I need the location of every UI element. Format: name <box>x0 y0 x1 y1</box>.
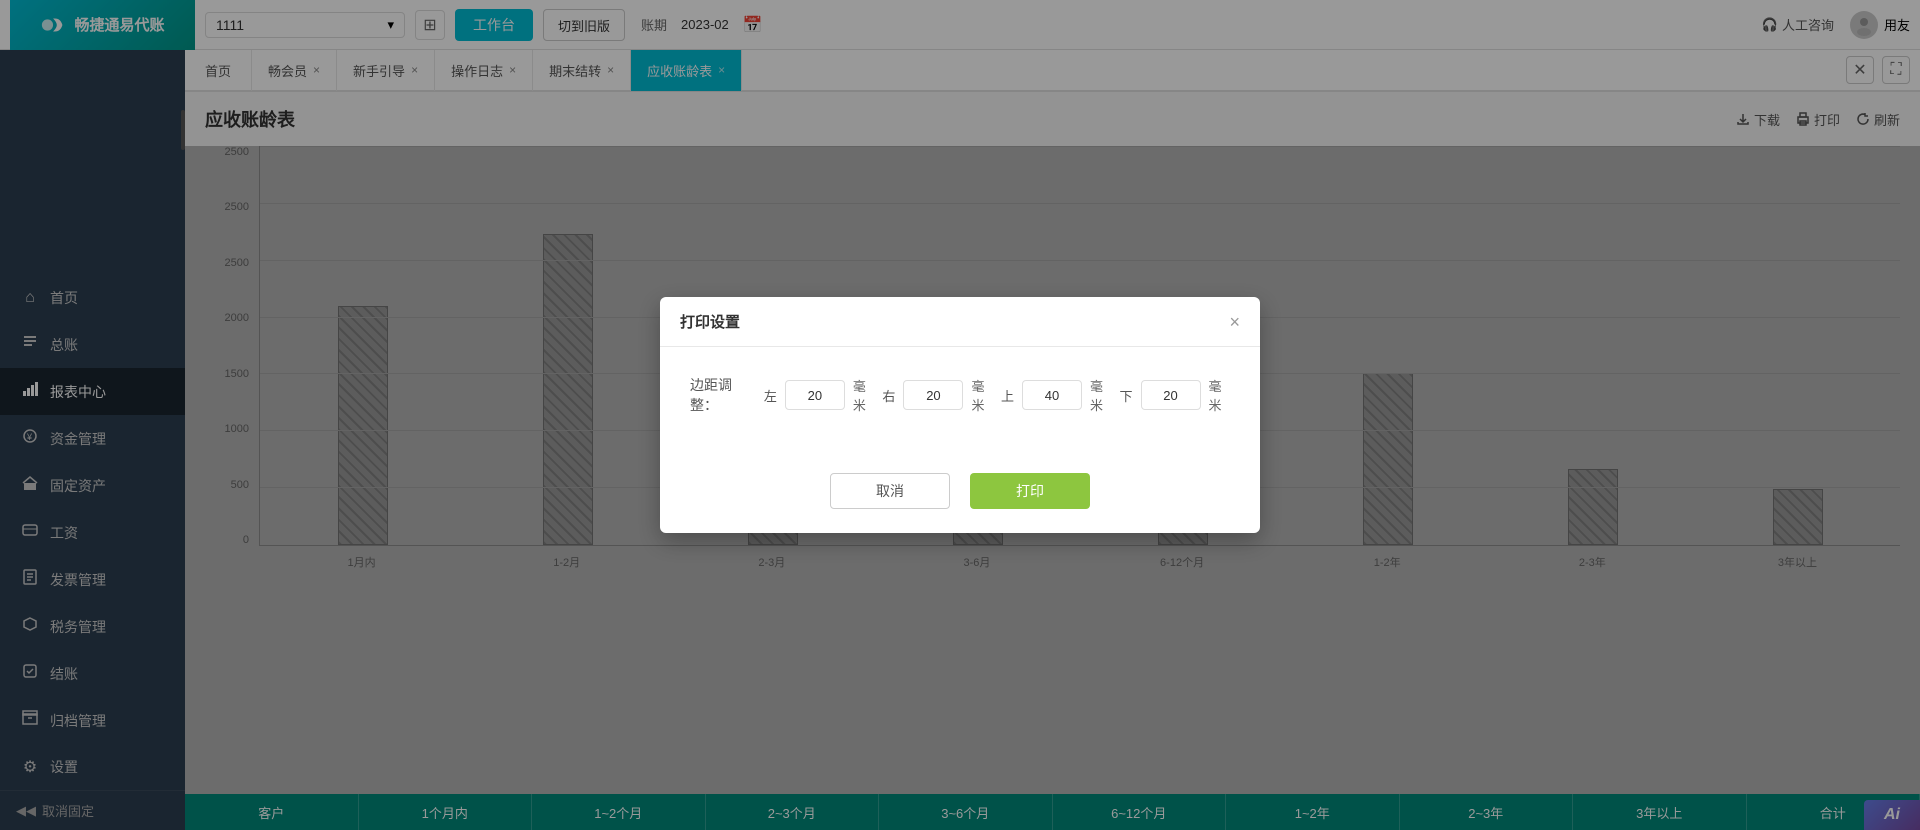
left-margin-input[interactable] <box>785 380 845 410</box>
modal-title: 打印设置 <box>680 311 740 332</box>
left-direction-label: 左 <box>764 386 777 405</box>
print-settings-modal: 打印设置 × 边距调整： 左 毫米 右 毫米 上 毫米 下 毫米 取消 打印 <box>660 297 1260 533</box>
top-direction-label: 上 <box>1001 386 1014 405</box>
margin-row: 边距调整： 左 毫米 右 毫米 上 毫米 下 毫米 <box>690 375 1230 415</box>
modal-header: 打印设置 × <box>660 297 1260 347</box>
bottom-direction-label: 下 <box>1119 386 1132 405</box>
top-unit: 毫米 <box>1090 376 1112 414</box>
modal-body: 边距调整： 左 毫米 右 毫米 上 毫米 下 毫米 <box>660 347 1260 463</box>
right-direction-label: 右 <box>882 386 895 405</box>
left-unit: 毫米 <box>853 376 875 414</box>
right-unit: 毫米 <box>971 376 993 414</box>
cancel-button[interactable]: 取消 <box>830 473 950 509</box>
modal-footer: 取消 打印 <box>660 463 1260 533</box>
print-confirm-button[interactable]: 打印 <box>970 473 1090 509</box>
right-margin-input[interactable] <box>903 380 963 410</box>
margin-label: 边距调整： <box>690 375 748 415</box>
top-margin-input[interactable] <box>1022 380 1082 410</box>
bottom-margin-input[interactable] <box>1141 380 1201 410</box>
modal-overlay: 打印设置 × 边距调整： 左 毫米 右 毫米 上 毫米 下 毫米 取消 打印 <box>0 0 1920 830</box>
bottom-unit: 毫米 <box>1209 376 1231 414</box>
modal-close-button[interactable]: × <box>1229 313 1240 331</box>
